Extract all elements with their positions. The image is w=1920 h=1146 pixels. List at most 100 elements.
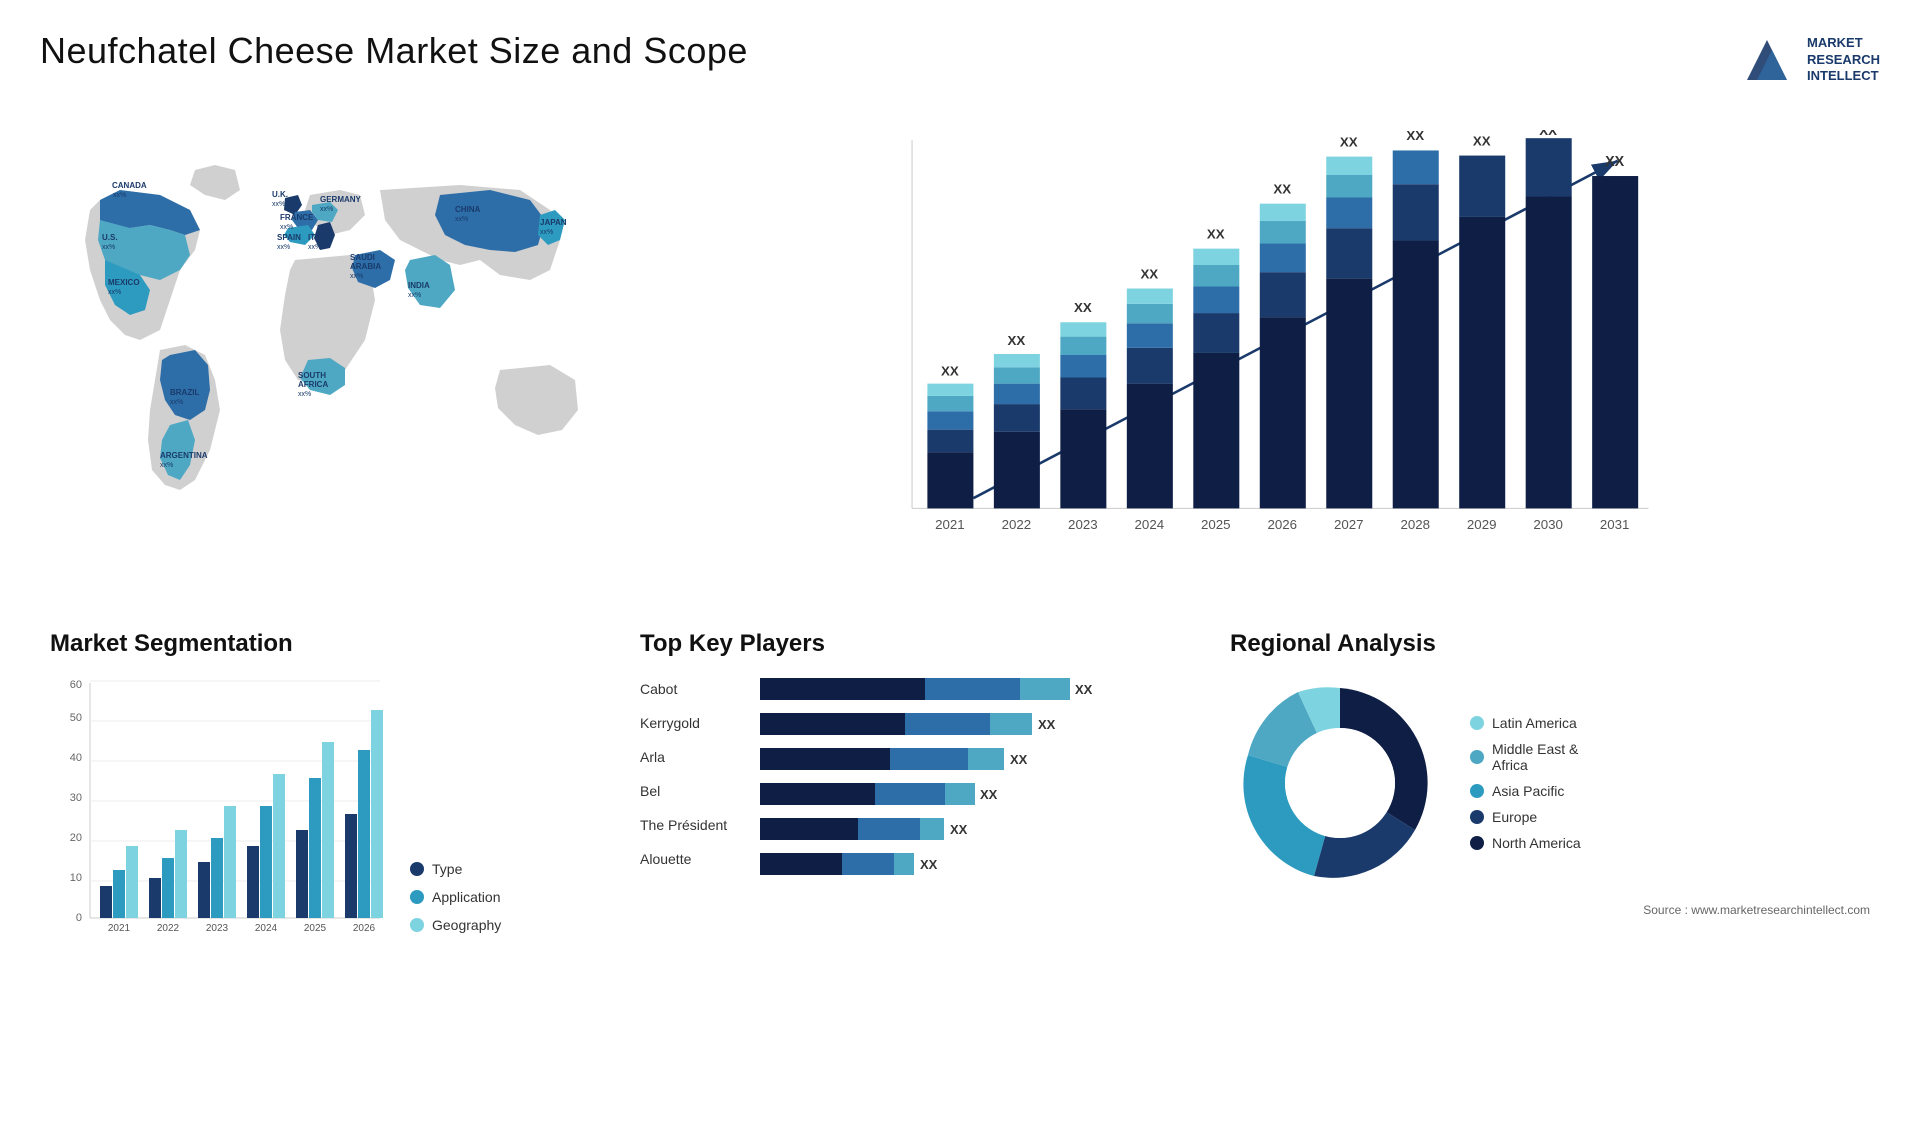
svg-text:2021: 2021 (935, 517, 965, 532)
logo-icon (1737, 30, 1797, 90)
svg-text:xx%: xx% (108, 289, 121, 296)
legend-label-middle-east-africa: Middle East &Africa (1492, 741, 1578, 773)
regional-legend: Latin America Middle East &Africa Asia P… (1470, 715, 1581, 851)
legend-middle-east-africa: Middle East &Africa (1470, 741, 1581, 773)
world-map-svg: CANADA xx% U.S. xx% MEXICO xx% BRAZIL xx… (40, 110, 640, 590)
legend-label-north-america: North America (1492, 835, 1581, 851)
players-chart-svg: XX XX XX XX XX (760, 673, 1100, 893)
svg-text:XX: XX (1273, 181, 1291, 196)
svg-text:ITALY: ITALY (308, 233, 330, 242)
legend-dot-type (410, 862, 424, 876)
svg-text:xx%: xx% (320, 206, 333, 213)
regional-section: Regional Analysis (1220, 620, 1880, 963)
svg-text:xx%: xx% (102, 244, 115, 251)
svg-text:xx%: xx% (350, 273, 363, 280)
svg-text:XX: XX (1340, 134, 1358, 149)
svg-text:2023: 2023 (1068, 517, 1098, 532)
svg-text:xx%: xx% (540, 229, 553, 236)
bar-chart-svg: XX XX XX XX (680, 130, 1860, 580)
legend-geography: Geography (410, 917, 501, 933)
legend-dot-latin-america (1470, 716, 1484, 730)
player-name-3: Bel (640, 783, 730, 799)
legend-label-latin-america: Latin America (1492, 715, 1577, 731)
svg-text:2024: 2024 (255, 923, 278, 934)
svg-text:2023: 2023 (206, 923, 229, 934)
legend-type: Type (410, 861, 501, 877)
svg-text:xx%: xx% (280, 224, 293, 231)
legend-dot-asia-pacific (1470, 784, 1484, 798)
svg-text:XX: XX (1605, 154, 1625, 170)
svg-text:CHINA: CHINA (455, 205, 481, 214)
svg-text:ARABIA: ARABIA (350, 262, 381, 271)
svg-text:40: 40 (70, 752, 82, 764)
logo: MARKET RESEARCH INTELLECT (1737, 30, 1880, 90)
svg-text:MEXICO: MEXICO (108, 278, 140, 287)
svg-text:xx%: xx% (408, 292, 421, 299)
svg-text:GERMANY: GERMANY (320, 195, 362, 204)
svg-text:XX: XX (1074, 300, 1092, 315)
svg-text:2026: 2026 (353, 923, 376, 934)
segmentation-chart-svg: 0 10 20 30 40 50 60 2021 (50, 673, 390, 953)
svg-text:2025: 2025 (1201, 517, 1231, 532)
bottom-section: Market Segmentation 0 10 20 30 40 50 60 (40, 620, 1880, 963)
svg-text:2025: 2025 (304, 923, 327, 934)
svg-text:10: 10 (70, 872, 82, 884)
svg-text:50: 50 (70, 712, 82, 724)
svg-text:ARGENTINA: ARGENTINA (160, 451, 208, 460)
svg-text:FRANCE: FRANCE (280, 213, 314, 222)
legend-label-application: Application (432, 889, 501, 905)
svg-text:xx%: xx% (277, 244, 290, 251)
player-name-4: The Président (640, 817, 730, 833)
svg-text:xx%: xx% (160, 462, 173, 469)
svg-text:JAPAN: JAPAN (540, 218, 567, 227)
regional-title: Regional Analysis (1230, 630, 1870, 658)
legend-label-type: Type (432, 861, 462, 877)
svg-text:2027: 2027 (1334, 517, 1364, 532)
svg-text:xx%: xx% (455, 216, 468, 223)
svg-text:2024: 2024 (1135, 517, 1165, 532)
svg-text:XX: XX (1406, 130, 1424, 143)
svg-text:XX: XX (1038, 717, 1056, 732)
svg-text:0: 0 (76, 912, 82, 924)
svg-text:XX: XX (920, 857, 938, 872)
svg-text:XX: XX (1473, 133, 1491, 148)
segmentation-title: Market Segmentation (50, 630, 590, 658)
legend-label-geography: Geography (432, 917, 501, 933)
svg-text:SOUTH: SOUTH (298, 371, 326, 380)
svg-text:XX: XX (1008, 333, 1026, 348)
svg-text:xx%: xx% (113, 192, 126, 199)
svg-text:xx%: xx% (272, 201, 285, 208)
svg-text:SPAIN: SPAIN (277, 233, 301, 242)
svg-text:2026: 2026 (1267, 517, 1297, 532)
player-name-5: Alouette (640, 851, 730, 867)
svg-text:xx%: xx% (298, 391, 311, 398)
svg-text:CANADA: CANADA (112, 181, 147, 190)
legend-dot-geography (410, 918, 424, 932)
logo-text: MARKET RESEARCH INTELLECT (1807, 35, 1880, 86)
donut-container: Latin America Middle East &Africa Asia P… (1230, 673, 1870, 893)
donut-chart-svg (1230, 673, 1450, 893)
player-name-0: Cabot (640, 681, 730, 697)
svg-text:2031: 2031 (1600, 517, 1630, 532)
svg-text:2030: 2030 (1533, 517, 1563, 532)
players-title: Top Key Players (640, 630, 1180, 658)
legend-dot-middle-east-africa (1470, 750, 1484, 764)
svg-text:30: 30 (70, 792, 82, 804)
svg-text:U.S.: U.S. (102, 233, 118, 242)
svg-text:20: 20 (70, 832, 82, 844)
legend-label-asia-pacific: Asia Pacific (1492, 783, 1564, 799)
player-name-1: Kerrygold (640, 715, 730, 731)
source-text: Source : www.marketresearchintellect.com (1230, 903, 1870, 917)
segmentation-section: Market Segmentation 0 10 20 30 40 50 60 (40, 620, 600, 963)
svg-text:xx%: xx% (170, 399, 183, 406)
players-section: Top Key Players Cabot Kerrygold Arla Bel… (630, 620, 1190, 963)
bar-chart-section: XX XX XX XX (660, 110, 1880, 590)
svg-text:XX: XX (1140, 266, 1158, 281)
svg-text:XX: XX (1075, 682, 1093, 697)
svg-text:2022: 2022 (1002, 517, 1032, 532)
legend-asia-pacific: Asia Pacific (1470, 783, 1581, 799)
svg-text:INDIA: INDIA (408, 281, 430, 290)
legend-north-america: North America (1470, 835, 1581, 851)
page-title: Neufchatel Cheese Market Size and Scope (40, 30, 748, 72)
svg-text:2029: 2029 (1467, 517, 1497, 532)
